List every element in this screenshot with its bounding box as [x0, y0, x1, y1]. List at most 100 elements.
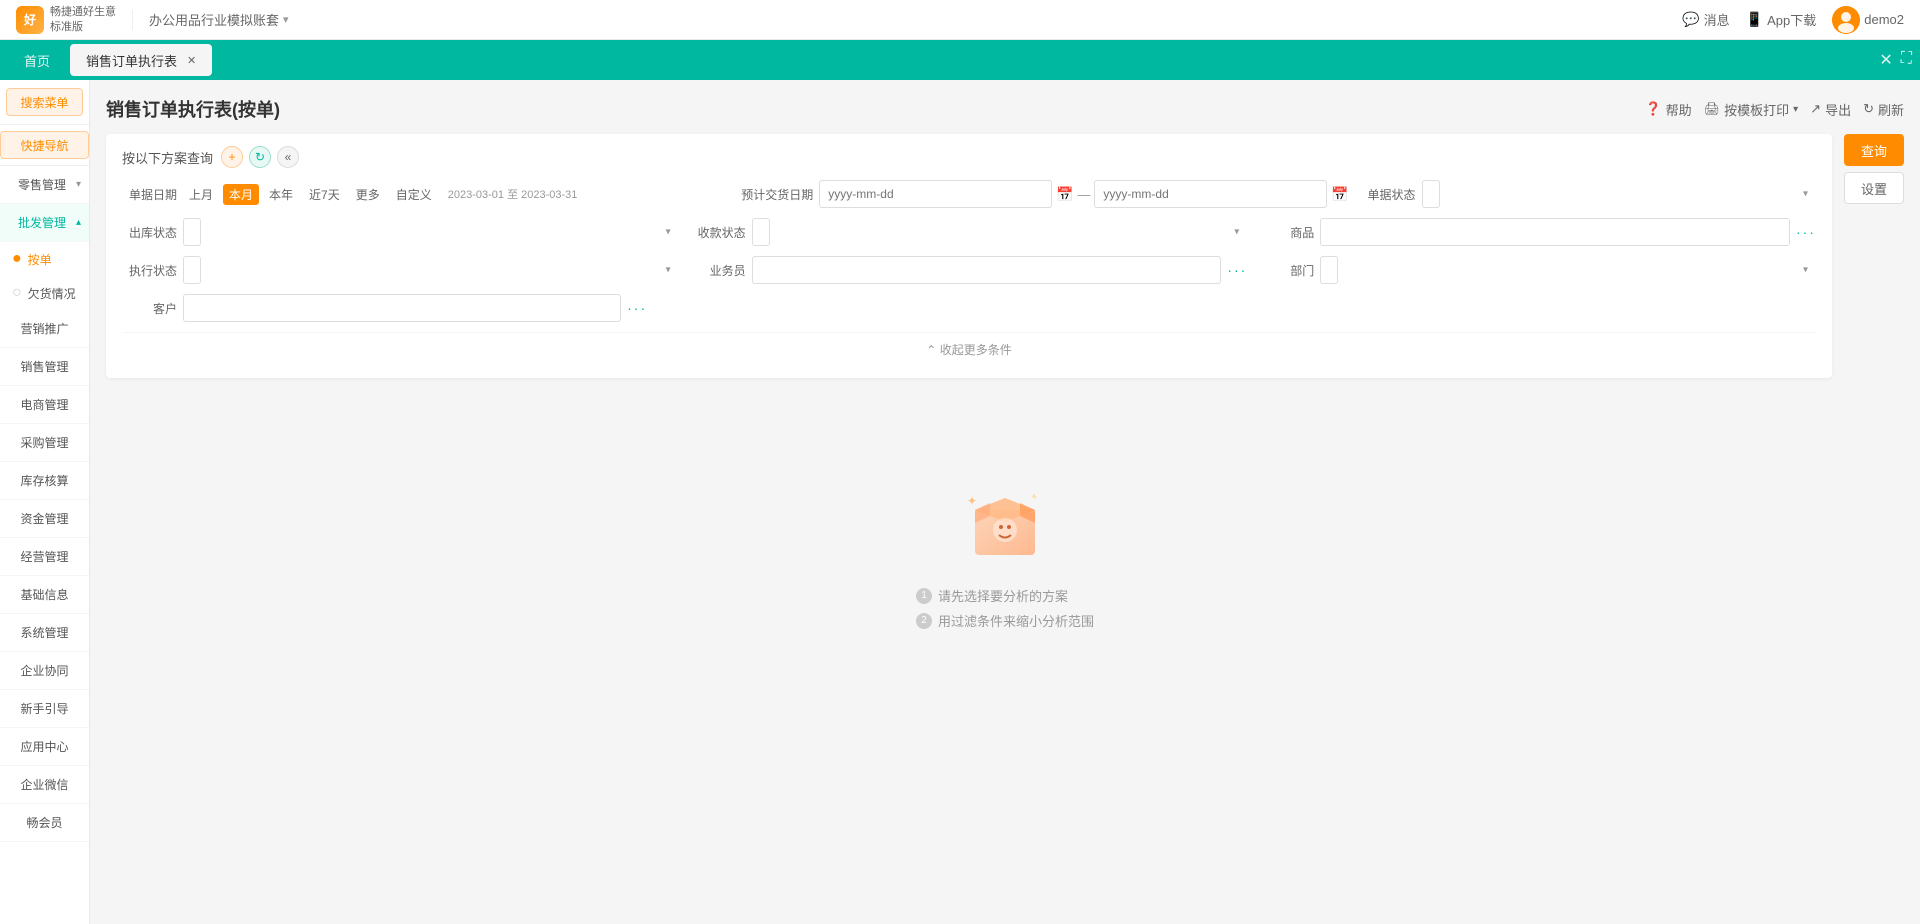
help-btn[interactable]: ❓ 帮助 [1645, 100, 1691, 119]
date-field: 单据日期 上月 本月 本年 近7天 更多 自定义 2023-03-01 至 20… [122, 184, 729, 205]
sidebar: 搜索菜单 快捷导航 零售管理 ▾ 批发管理 ▴ ● 按单 ○ 欠货情况 营销推广 [0, 80, 90, 924]
print-icon: 🖨 [1704, 101, 1721, 117]
avatar [1832, 6, 1860, 34]
top-bar-right: 💬 消息 📱 App下载 demo2 [1682, 6, 1904, 34]
date-tab-custom[interactable]: 自定义 [390, 184, 438, 205]
customer-more-btn[interactable]: ··· [627, 300, 647, 316]
product-input[interactable] [1320, 218, 1790, 246]
sidebar-sub-item-debt[interactable]: ○ 欠货情况 [0, 276, 89, 310]
product-more-btn[interactable]: ··· [1796, 224, 1816, 240]
add-scheme-btn[interactable]: + [221, 146, 243, 168]
app-download-btn[interactable]: 📱 App下载 [1746, 10, 1817, 29]
product-label: 商品 [1259, 224, 1314, 241]
svg-text:✦: ✦ [967, 494, 977, 508]
sidebar-nav-section: 快捷导航 [0, 125, 89, 166]
export-btn[interactable]: ↗ 导出 [1810, 100, 1851, 119]
expected-date-to[interactable] [1094, 180, 1327, 208]
sidebar-item-wholesale[interactable]: 批发管理 ▴ [0, 204, 89, 242]
sidebar-item-system[interactable]: 系统管理 [0, 614, 89, 652]
tab-close-icon[interactable]: ✕ [187, 54, 196, 67]
calendar-from-icon[interactable]: 📅 [1056, 186, 1073, 203]
quick-nav-btn[interactable]: 快捷导航 [0, 131, 89, 159]
product-field: 商品 ··· [1259, 218, 1816, 246]
collapse-filter-bar[interactable]: ⌃ 收起更多条件 [122, 332, 1816, 366]
sub-circle-icon: ○ [12, 284, 22, 302]
setting-btn[interactable]: 设置 [1844, 172, 1904, 204]
tab-sales-order-exec[interactable]: 销售订单执行表 ✕ [70, 44, 212, 76]
status-label: 单据状态 [1361, 186, 1416, 203]
department-label: 部门 [1259, 262, 1314, 279]
refresh-btn[interactable]: ↻ 刷新 [1863, 100, 1904, 119]
sidebar-item-basic-info[interactable]: 基础信息 [0, 576, 89, 614]
sidebar-search-section: 搜索菜单 [0, 80, 89, 125]
status-select-wrap [1422, 180, 1816, 208]
customer-field: 客户 ··· [122, 294, 647, 322]
date-tab-current-year[interactable]: 本年 [263, 184, 299, 205]
tip-num-2: 2 [916, 613, 932, 629]
search-menu-btn[interactable]: 搜索菜单 [6, 88, 83, 116]
expected-date-label: 预计交货日期 [741, 186, 813, 203]
collapse-btn[interactable]: « [277, 146, 299, 168]
calendar-to-icon[interactable]: 📅 [1331, 186, 1348, 203]
status-select[interactable] [1422, 180, 1440, 208]
sidebar-item-retail[interactable]: 零售管理 ▾ [0, 166, 89, 204]
message-btn[interactable]: 💬 消息 [1682, 10, 1729, 29]
sidebar-item-sales-mgmt[interactable]: 销售管理 [0, 348, 89, 386]
sub-dot-icon: ● [12, 250, 22, 268]
expand-icon[interactable]: ⛶ [1901, 50, 1912, 70]
sidebar-item-enterprise[interactable]: 企业协同 [0, 652, 89, 690]
customer-input[interactable] [183, 294, 621, 322]
filter-header: 按以下方案查询 + ↻ « [122, 146, 1816, 168]
expected-date-from[interactable] [819, 180, 1052, 208]
export-icon: ↗ [1810, 101, 1821, 117]
sidebar-item-member[interactable]: 畅会员 [0, 804, 89, 842]
sidebar-item-purchase[interactable]: 采购管理 [0, 424, 89, 462]
date-label: 单据日期 [122, 186, 177, 203]
payment-status-label: 收款状态 [691, 224, 746, 241]
chevron-up-icon: ▴ [76, 217, 81, 228]
filter-row-2: 出库状态 收款状态 [122, 218, 1816, 246]
status-field: 单据状态 [1361, 180, 1816, 208]
salesperson-field: 业务员 ··· [691, 256, 1248, 284]
sidebar-item-operations[interactable]: 经营管理 [0, 538, 89, 576]
salesperson-more-btn[interactable]: ··· [1227, 262, 1247, 278]
sidebar-item-wechat-work[interactable]: 企业微信 [0, 766, 89, 804]
date-tab-prev-month[interactable]: 上月 [183, 184, 219, 205]
svg-text:✦: ✦ [1030, 492, 1038, 503]
exec-status-label: 执行状态 [122, 262, 177, 279]
template-print-btn[interactable]: 🖨 按模板打印 ▾ [1704, 100, 1799, 119]
tab-home[interactable]: 首页 [8, 44, 66, 76]
sidebar-item-inventory[interactable]: 库存核算 [0, 462, 89, 500]
dept-select[interactable] [1320, 256, 1338, 284]
sidebar-item-guide[interactable]: 新手引导 [0, 690, 89, 728]
exec-select[interactable] [183, 256, 201, 284]
date-tab-current-month[interactable]: 本月 [223, 184, 259, 205]
delivery-status-field: 出库状态 [122, 218, 679, 246]
salesperson-input[interactable] [752, 256, 1222, 284]
salesperson-label: 业务员 [691, 262, 746, 279]
filter-header-icons: + ↻ « [221, 146, 299, 168]
delivery-select[interactable] [183, 218, 201, 246]
sidebar-item-finance[interactable]: 资金管理 [0, 500, 89, 538]
page-title: 销售订单执行表(按单) [106, 96, 280, 122]
date-tab-more[interactable]: 更多 [350, 184, 386, 205]
logo-text: 畅捷通好生意 标准版 [50, 5, 116, 34]
close-window-icon[interactable]: ✕ [1879, 50, 1892, 70]
breadcrumb[interactable]: 办公用品行业模拟账套 ▾ [149, 10, 289, 29]
dropdown-icon: ▾ [1793, 104, 1798, 115]
exec-select-wrap [183, 256, 679, 284]
expected-date-field: 预计交货日期 📅 — 📅 [741, 180, 1348, 208]
refresh-scheme-btn[interactable]: ↻ [249, 146, 271, 168]
user-avatar-btn[interactable]: demo2 [1832, 6, 1904, 34]
filter-row-1: 单据日期 上月 本月 本年 近7天 更多 自定义 2023-03-01 至 20… [122, 180, 1816, 208]
payment-select[interactable] [752, 218, 770, 246]
sidebar-item-marketing[interactable]: 营销推广 [0, 310, 89, 348]
sidebar-sub-item-invoice[interactable]: ● 按单 [0, 242, 89, 276]
sidebar-item-ecommerce[interactable]: 电商管理 [0, 386, 89, 424]
content-area: 销售订单执行表(按单) ❓ 帮助 🖨 按模板打印 ▾ ↗ 导出 ↻ 刷新 [90, 80, 1920, 924]
filter-card: 按以下方案查询 + ↻ « 单据日期 上月 本月 [106, 134, 1832, 378]
sidebar-item-app-center[interactable]: 应用中心 [0, 728, 89, 766]
logo-area: 好 畅捷通好生意 标准版 [16, 5, 116, 34]
date-tab-7days[interactable]: 近7天 [303, 184, 346, 205]
query-btn[interactable]: 查询 [1844, 134, 1904, 166]
